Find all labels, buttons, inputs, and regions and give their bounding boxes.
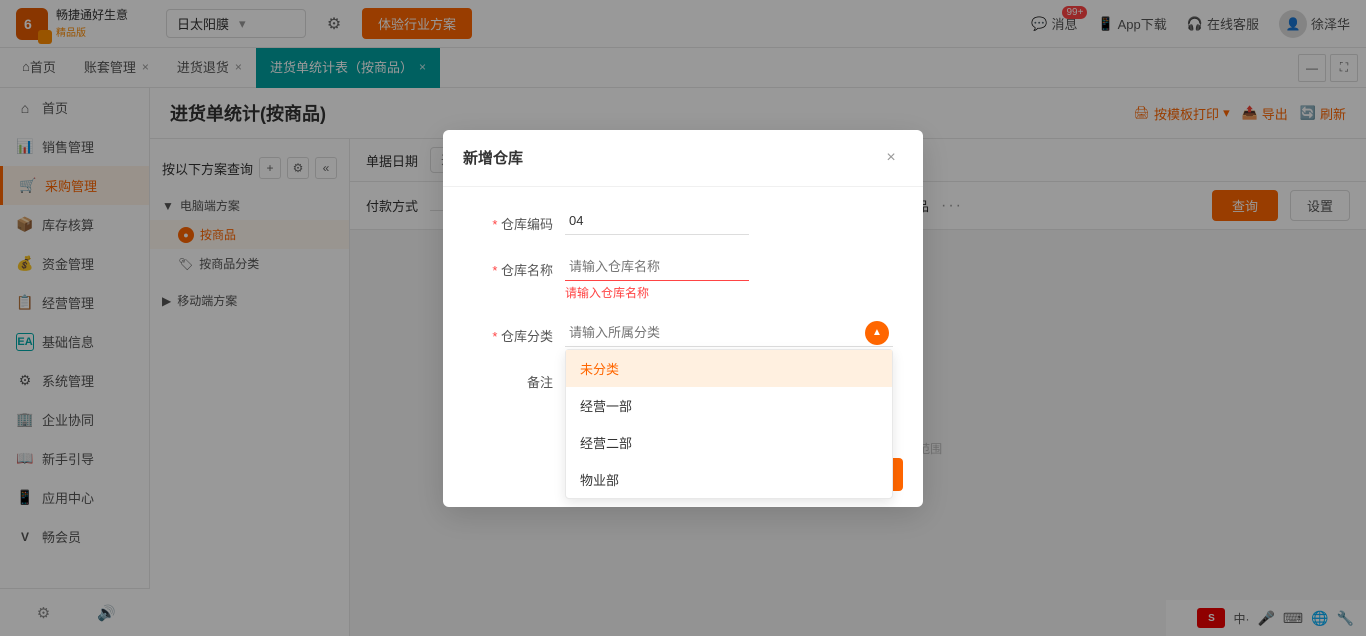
warehouse-name-wrap: 请输入仓库名称 bbox=[565, 253, 893, 301]
warehouse-code-wrap bbox=[565, 207, 893, 235]
warehouse-name-row: 仓库名称 请输入仓库名称 bbox=[473, 253, 893, 301]
warehouse-name-label: 仓库名称 bbox=[473, 253, 553, 279]
category-dropdown-arrow[interactable]: ▲ bbox=[865, 321, 889, 345]
warehouse-code-row: 仓库编码 bbox=[473, 207, 893, 235]
modal-body: 仓库编码 仓库名称 请输入仓库名称 仓库分类 ▲ bbox=[443, 187, 923, 446]
warehouse-category-row: 仓库分类 ▲ 未分类 经营一部 经营二部 物业部 bbox=[473, 319, 893, 347]
warehouse-name-input[interactable] bbox=[565, 253, 749, 281]
warehouse-code-input[interactable] bbox=[565, 207, 749, 235]
category-dropdown-list: 未分类 经营一部 经营二部 物业部 bbox=[565, 349, 893, 499]
modal-header: 新增仓库 × bbox=[443, 130, 923, 187]
modal-overlay[interactable]: 新增仓库 × 仓库编码 仓库名称 请输入仓库名称 仓库分类 bbox=[0, 0, 1366, 636]
warehouse-code-label: 仓库编码 bbox=[473, 207, 553, 233]
new-warehouse-modal: 新增仓库 × 仓库编码 仓库名称 请输入仓库名称 仓库分类 bbox=[443, 130, 923, 507]
dropdown-item-unclassified[interactable]: 未分类 bbox=[566, 350, 892, 387]
dropdown-item-dept2[interactable]: 经营二部 bbox=[566, 424, 892, 461]
warehouse-category-label: 仓库分类 bbox=[473, 319, 553, 345]
dropdown-item-dept1[interactable]: 经营一部 bbox=[566, 387, 892, 424]
modal-title: 新增仓库 bbox=[463, 147, 523, 168]
warehouse-name-error: 请输入仓库名称 bbox=[565, 284, 893, 301]
warehouse-remark-label: 备注 bbox=[473, 365, 553, 391]
warehouse-category-input[interactable] bbox=[565, 319, 893, 347]
dropdown-item-dept3[interactable]: 物业部 bbox=[566, 461, 892, 498]
warehouse-category-wrap: ▲ 未分类 经营一部 经营二部 物业部 bbox=[565, 319, 893, 347]
modal-close-button[interactable]: × bbox=[879, 146, 903, 170]
